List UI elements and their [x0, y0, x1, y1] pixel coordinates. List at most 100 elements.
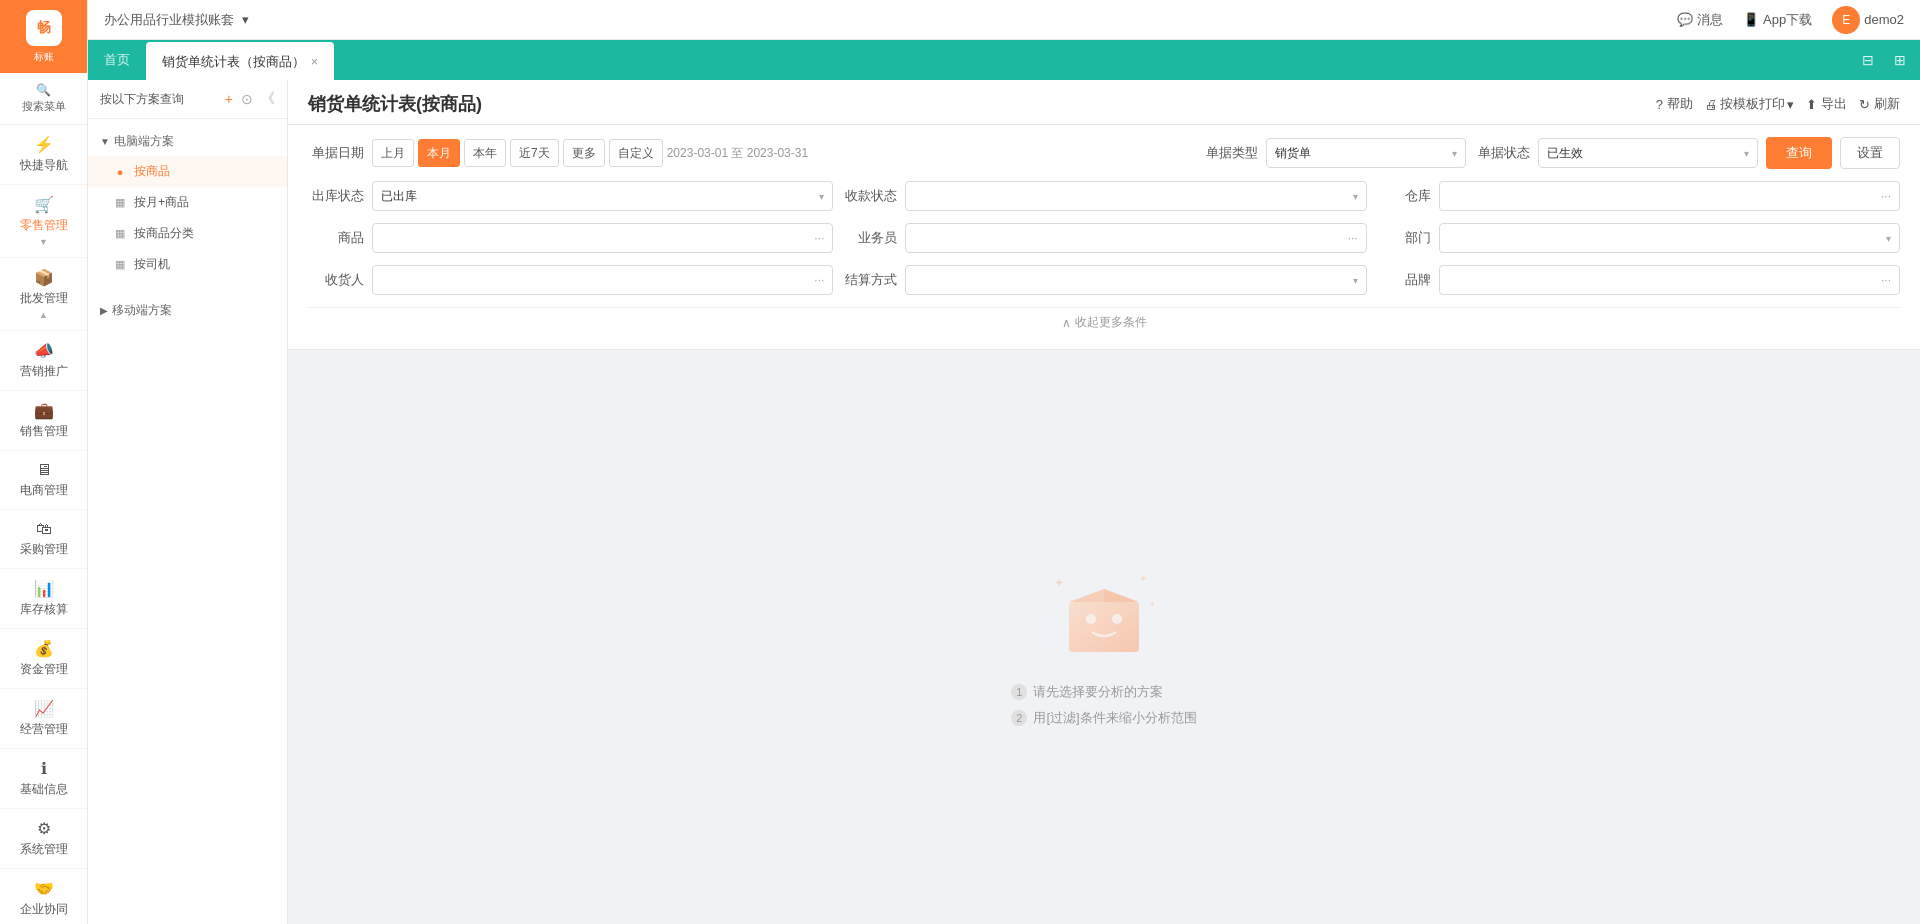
app-download-label: App下载 [1763, 11, 1812, 29]
filter-row-3: 商品 ··· 业务员 ··· 部门 ▾ [308, 223, 1900, 253]
doc-status-value: 已生效 [1547, 145, 1583, 162]
sidebar-item-system[interactable]: ⚙ 系统管理 [0, 809, 87, 869]
sidebar-item-wholesale[interactable]: 📦 批发管理 ▲ [0, 258, 87, 331]
refresh-icon: ↻ [1859, 97, 1870, 112]
scheme-month-product[interactable]: ▦ 按月+商品 [88, 187, 287, 218]
sidebar-item-finance[interactable]: 💰 资金管理 [0, 629, 87, 689]
sidebar-item-inventory[interactable]: 📊 库存核算 [0, 569, 87, 629]
page-actions: ? 帮助 🖨 按模板打印 ▾ ⬆ 导出 ↻ 刷新 [1656, 95, 1900, 113]
date-group: 上月 本月 本年 近7天 更多 自定义 2023-03-01 至 2023-03… [372, 139, 1194, 167]
purchase-label: 采购管理 [20, 541, 68, 558]
salesperson-select[interactable]: ··· [905, 223, 1366, 253]
refresh-btn[interactable]: ↻ 刷新 [1859, 95, 1900, 113]
warehouse-select[interactable]: ··· [1439, 181, 1900, 211]
recipient-select[interactable]: ··· [372, 265, 833, 295]
by-driver-label: 按司机 [134, 256, 170, 273]
dept-label: 部门 [1375, 229, 1431, 247]
tab-bar: 首页 销货单统计表（按商品） × ⊟ ⊞ [88, 40, 1920, 80]
payment-select[interactable]: ▾ [905, 265, 1366, 295]
sidebar-item-operations[interactable]: 📈 经营管理 [0, 689, 87, 749]
settings-btn[interactable]: 设置 [1840, 137, 1900, 169]
date-btn-this-year[interactable]: 本年 [464, 139, 506, 167]
brand-select[interactable]: ··· [1439, 265, 1900, 295]
sidebar-item-purchase[interactable]: 🛍 采购管理 [0, 510, 87, 569]
left-panel-icons: + ⊙ 《 [225, 90, 275, 108]
tab-home-label: 首页 [104, 51, 130, 69]
doc-type-caret: ▾ [1452, 148, 1457, 159]
app-download-btn[interactable]: 📱 App下载 [1743, 11, 1812, 29]
finance-icon: 💰 [34, 639, 54, 658]
tab-minimize-btn[interactable]: ⊟ [1856, 48, 1880, 72]
refresh-label: 刷新 [1874, 95, 1900, 113]
content-area: 按以下方案查询 + ⊙ 《 ▼ 电脑端方案 ● 按商品 ▦ 按月 [88, 80, 1920, 924]
salesperson-dots: ··· [1348, 231, 1358, 245]
search-menu[interactable]: 🔍 搜索菜单 [0, 73, 87, 125]
query-btn[interactable]: 查询 [1766, 137, 1832, 169]
by-category-label: 按商品分类 [134, 225, 194, 242]
header-actions: 💬 消息 📱 App下载 E demo2 [1677, 6, 1904, 34]
system-label: 系统管理 [20, 841, 68, 858]
tab-home[interactable]: 首页 [88, 40, 146, 80]
help-btn[interactable]: ? 帮助 [1656, 95, 1693, 113]
collection-select[interactable]: ▾ [905, 181, 1366, 211]
out-status-select[interactable]: 已出库 ▾ [372, 181, 833, 211]
date-btn-this-month[interactable]: 本月 [418, 139, 460, 167]
sidebar-item-retail[interactable]: 🛒 零售管理 ▼ [0, 185, 87, 258]
scheme-by-driver[interactable]: ▦ 按司机 [88, 249, 287, 280]
marketing-icon: 📣 [34, 341, 54, 360]
wholesale-icon: 📦 [34, 268, 54, 287]
sidebar-item-basic[interactable]: ℹ 基础信息 [0, 749, 87, 809]
doc-type-select[interactable]: 销货单 ▾ [1266, 138, 1466, 168]
doc-status-select[interactable]: 已生效 ▾ [1538, 138, 1758, 168]
sidebar-item-marketing[interactable]: 📣 营销推广 [0, 331, 87, 391]
warehouse-label: 仓库 [1375, 187, 1431, 205]
doc-status-caret: ▾ [1744, 148, 1749, 159]
svg-text:✦: ✦ [1054, 576, 1064, 590]
out-status-value: 已出库 [381, 188, 417, 205]
date-btn-7days[interactable]: 近7天 [510, 139, 559, 167]
settings-scheme-btn[interactable]: ⊙ [241, 91, 253, 107]
filter-row-1: 单据日期 上月 本月 本年 近7天 更多 自定义 2023-03-01 至 20… [308, 137, 1900, 169]
sidebar-item-sales[interactable]: 💼 销售管理 [0, 391, 87, 451]
scheme-by-product[interactable]: ● 按商品 [88, 156, 287, 187]
date-btn-prev-month[interactable]: 上月 [372, 139, 414, 167]
recipient-dots: ··· [814, 273, 824, 287]
app-switcher[interactable]: 办公用品行业模拟账套 ▾ [104, 11, 249, 29]
warehouse-dots: ··· [1881, 189, 1891, 203]
collapse-filter-btn[interactable]: ∧ 收起更多条件 [308, 307, 1900, 337]
collapse-icon: ∧ [1062, 316, 1071, 330]
scheme-by-category[interactable]: ▦ 按商品分类 [88, 218, 287, 249]
sidebar-item-enterprise[interactable]: 🤝 企业协同 [0, 869, 87, 924]
tip-2-text: 用[过滤]条件来缩小分析范围 [1033, 709, 1196, 727]
svg-marker-2 [1104, 589, 1139, 602]
user-menu[interactable]: E demo2 [1832, 6, 1904, 34]
sidebar-item-ecommerce[interactable]: 🖥 电商管理 [0, 451, 87, 510]
date-btn-custom[interactable]: 自定义 [609, 139, 663, 167]
product-select[interactable]: ··· [372, 223, 833, 253]
add-scheme-btn[interactable]: + [225, 91, 233, 107]
tab-close-btn[interactable]: × [311, 55, 318, 69]
tip-1-text: 请先选择要分析的方案 [1033, 683, 1163, 701]
sidebar-item-quicknav[interactable]: ⚡ 快捷导航 [0, 125, 87, 185]
basic-icon: ℹ [41, 759, 47, 778]
empty-tip-1: 1 请先选择要分析的方案 [1011, 683, 1196, 701]
payment-caret: ▾ [1353, 275, 1358, 286]
export-btn[interactable]: ⬆ 导出 [1806, 95, 1847, 113]
mobile-section-header[interactable]: ▶ 移动端方案 [88, 296, 287, 325]
date-btn-more[interactable]: 更多 [563, 139, 605, 167]
empty-illustration: ✦ ✦ ✦ [1044, 547, 1164, 667]
tab-sales-stats[interactable]: 销货单统计表（按商品） × [146, 42, 334, 82]
collection-caret: ▾ [1353, 191, 1358, 202]
print-btn[interactable]: 🖨 按模板打印 ▾ [1705, 95, 1794, 113]
collapse-panel-btn[interactable]: 《 [261, 90, 275, 108]
message-icon: 💬 [1677, 12, 1693, 27]
logo-icon: 畅 [26, 10, 62, 46]
dept-select[interactable]: ▾ [1439, 223, 1900, 253]
enterprise-icon: 🤝 [34, 879, 54, 898]
mobile-section: ▶ 移动端方案 [88, 288, 287, 333]
export-label: 导出 [1821, 95, 1847, 113]
message-btn[interactable]: 💬 消息 [1677, 11, 1723, 29]
print-icon: 🖨 [1705, 97, 1718, 112]
tab-maximize-btn[interactable]: ⊞ [1888, 48, 1912, 72]
pc-section-header[interactable]: ▼ 电脑端方案 [88, 127, 287, 156]
